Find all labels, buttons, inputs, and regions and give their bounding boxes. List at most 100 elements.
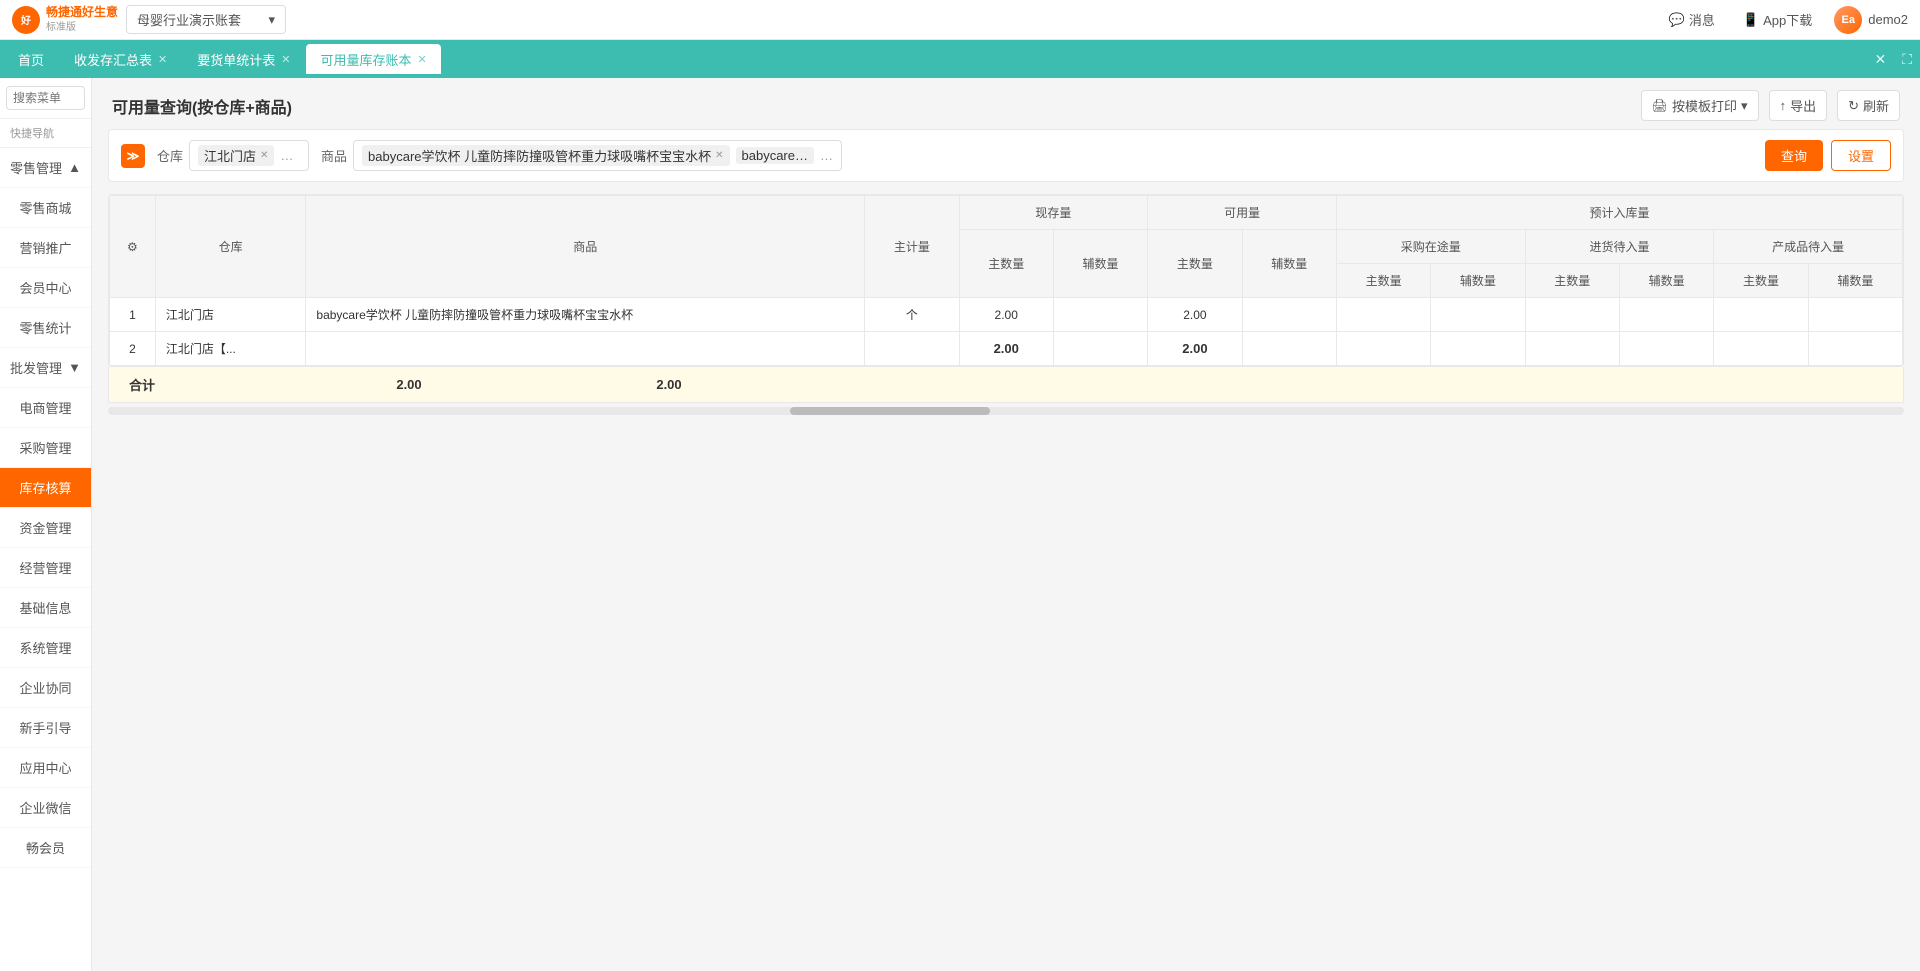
export-btn[interactable]: ↑ 导出 <box>1769 90 1828 121</box>
sidebar-item-purchase[interactable]: 采购管理 <box>0 428 91 468</box>
product-tag-2: babycare… <box>736 147 814 164</box>
sidebar-item-retail-stats-label: 零售统计 <box>19 318 71 337</box>
warehouse-value-box[interactable]: 江北门店 ✕ … <box>189 140 309 171</box>
industry-selector[interactable]: 母婴行业演示账套 ▾ <box>126 5 286 34</box>
tab-maximize-icon[interactable]: ⛶ <box>1898 47 1916 72</box>
sidebar-item-enterprise[interactable]: 企业协同 <box>0 668 91 708</box>
th-settings[interactable]: ⚙ <box>110 196 156 298</box>
tab-home[interactable]: 首页 <box>4 44 58 74</box>
th-product: 商品 <box>306 196 865 298</box>
product-tag-1: babycare学饮杯 儿童防摔防撞吸管杯重力球吸嘴杯宝宝水杯 ✕ <box>362 145 729 166</box>
cell-available-main-1: 2.00 <box>1148 298 1242 332</box>
phone-icon: 📱 <box>1743 12 1759 28</box>
cell-product-1: babycare学饮杯 儿童防摔防撞吸管杯重力球吸嘴杯宝宝水杯 <box>306 298 865 332</box>
table-footer: 合计 2.00 2.00 <box>108 367 1904 403</box>
tab-inventory-close[interactable]: ✕ <box>418 53 427 66</box>
sidebar-item-inventory-check[interactable]: 库存核算 <box>0 468 91 508</box>
sidebar-item-enterprise-wechat[interactable]: 企业微信 <box>0 788 91 828</box>
nav-tabs: 首页 收发存汇总表 ✕ 要货单统计表 ✕ 可用量库存账本 ✕ ✕ ⛶ <box>0 40 1920 78</box>
sidebar-item-retail-stats[interactable]: 零售统计 <box>0 308 91 348</box>
refresh-icon: ↻ <box>1848 98 1859 114</box>
chevron-down-icon: ▼ <box>68 360 81 375</box>
sidebar-item-members[interactable]: 畅会员 <box>0 828 91 868</box>
filter-actions: 查询 设置 <box>1765 140 1891 171</box>
sidebar-item-finance[interactable]: 资金管理 <box>0 508 91 548</box>
warehouse-filter: 仓库 江北门店 ✕ … <box>157 140 309 171</box>
sidebar-item-newbie[interactable]: 新手引导 <box>0 708 91 748</box>
sidebar-item-app-center[interactable]: 应用中心 <box>0 748 91 788</box>
app-download-btn[interactable]: 📱 App下载 <box>1737 6 1818 33</box>
sidebar-item-operations[interactable]: 经营管理 <box>0 548 91 588</box>
product-filter-label: 商品 <box>321 146 347 165</box>
logo-area: 好 畅捷通好生意 标准版 <box>12 5 118 34</box>
tab-receivables-label: 收发存汇总表 <box>74 50 152 69</box>
page-header: 可用量查询(按仓库+商品) 🖨 按模板打印 ▾ ↑ 导出 ↻ 刷新 <box>92 78 1920 129</box>
settings-btn[interactable]: 设置 <box>1831 140 1891 171</box>
print-label: 按模板打印 <box>1672 96 1737 115</box>
sidebar-item-member-center[interactable]: 会员中心 <box>0 268 91 308</box>
th-available-main: 主数量 <box>1148 230 1242 298</box>
th-purchase-in-group: 采购在途量 <box>1336 230 1525 264</box>
logo-icon: 好 <box>12 6 40 34</box>
cell-no-1: 1 <box>110 298 156 332</box>
footer-label: 合计 <box>119 375 269 394</box>
query-btn[interactable]: 查询 <box>1765 140 1823 171</box>
sidebar-item-ecommerce-label: 电商管理 <box>19 398 71 417</box>
sidebar-item-basic-info[interactable]: 基础信息 <box>0 588 91 628</box>
warehouse-tag: 江北门店 ✕ <box>198 145 274 166</box>
sidebar-item-retail-mgmt-label: 零售管理 <box>10 158 62 177</box>
cell-arrival-aux-2 <box>1619 332 1713 366</box>
print-icon: 🖨 <box>1652 98 1669 114</box>
tab-order-stats-label: 要货单统计表 <box>197 50 275 69</box>
sidebar-item-ecommerce[interactable]: 电商管理 <box>0 388 91 428</box>
warehouse-tag-remove[interactable]: ✕ <box>260 150 268 161</box>
sidebar-item-retail-mall-label: 零售商城 <box>19 198 71 217</box>
footer-available-main: 2.00 <box>629 377 709 392</box>
sidebar-item-marketing[interactable]: 营销推广 <box>0 228 91 268</box>
export-label: 导出 <box>1790 96 1816 115</box>
sidebar-item-basic-info-label: 基础信息 <box>19 598 71 617</box>
tab-order-stats-close[interactable]: ✕ <box>281 53 290 66</box>
cell-stock-aux-2 <box>1053 332 1147 366</box>
filter-area: ≫ 仓库 江北门店 ✕ … 商品 babycare学饮杯 儿童防摔防撞吸管杯重力… <box>108 129 1904 182</box>
th-planned-in-group: 预计入库量 <box>1336 196 1902 230</box>
product-ellipsis[interactable]: … <box>820 148 833 163</box>
avatar: Ea <box>1834 6 1862 34</box>
sidebar: 快捷导航 零售管理 ▲ 零售商城 营销推广 会员中心 零售统计 批发管理 ▼ 电… <box>0 78 92 971</box>
product-tag-1-remove[interactable]: ✕ <box>715 150 723 161</box>
sidebar-item-retail-mall[interactable]: 零售商城 <box>0 188 91 228</box>
print-btn[interactable]: 🖨 按模板打印 ▾ <box>1641 90 1759 121</box>
cell-available-main-2: 2.00 <box>1148 332 1242 366</box>
sidebar-item-system[interactable]: 系统管理 <box>0 628 91 668</box>
nav-tabs-right: ✕ ⛶ <box>1870 47 1916 72</box>
horizontal-scrollbar[interactable] <box>108 407 1904 415</box>
sidebar-item-retail-mgmt[interactable]: 零售管理 ▲ <box>0 148 91 188</box>
cell-warehouse-2: 江北门店【... <box>155 332 306 366</box>
table-container: ⚙ 仓库 商品 主计量 现存量 可用量 预计入库量 主数量 辅数量 主数量 辅数… <box>108 194 1904 367</box>
filter-toggle-btn[interactable]: ≫ <box>121 144 145 168</box>
content-area: 可用量查询(按仓库+商品) 🖨 按模板打印 ▾ ↑ 导出 ↻ 刷新 ≫ <box>92 78 1920 971</box>
tab-receivables-close[interactable]: ✕ <box>158 53 167 66</box>
product-value-box[interactable]: babycare学饮杯 儿童防摔防撞吸管杯重力球吸嘴杯宝宝水杯 ✕ babyca… <box>353 140 842 171</box>
th-production-group: 产成品待入量 <box>1714 230 1903 264</box>
chevron-down-icon: ▾ <box>268 12 275 28</box>
top-bar-right: 💬 消息 📱 App下载 Ea demo2 <box>1663 6 1908 34</box>
sidebar-item-wholesale[interactable]: 批发管理 ▼ <box>0 348 91 388</box>
search-input[interactable] <box>6 86 85 110</box>
tab-order-stats[interactable]: 要货单统计表 ✕ <box>183 44 304 74</box>
tab-inventory[interactable]: 可用量库存账本 ✕ <box>306 44 440 74</box>
message-icon: 💬 <box>1669 12 1685 28</box>
scrollbar-thumb[interactable] <box>790 407 990 415</box>
cell-purchase-aux-2 <box>1431 332 1525 366</box>
cell-unit-2 <box>865 332 959 366</box>
tab-receivables[interactable]: 收发存汇总表 ✕ <box>60 44 181 74</box>
warehouse-ellipsis[interactable]: … <box>280 148 293 163</box>
refresh-btn[interactable]: ↻ 刷新 <box>1837 90 1900 121</box>
th-arrival-main: 主数量 <box>1525 264 1619 298</box>
tab-close-all-icon[interactable]: ✕ <box>1870 47 1890 72</box>
th-purchase-main: 主数量 <box>1336 264 1430 298</box>
cell-unit-1: 个 <box>865 298 959 332</box>
user-area[interactable]: Ea demo2 <box>1834 6 1908 34</box>
message-btn[interactable]: 💬 消息 <box>1663 6 1721 33</box>
cell-production-main-1 <box>1714 298 1808 332</box>
